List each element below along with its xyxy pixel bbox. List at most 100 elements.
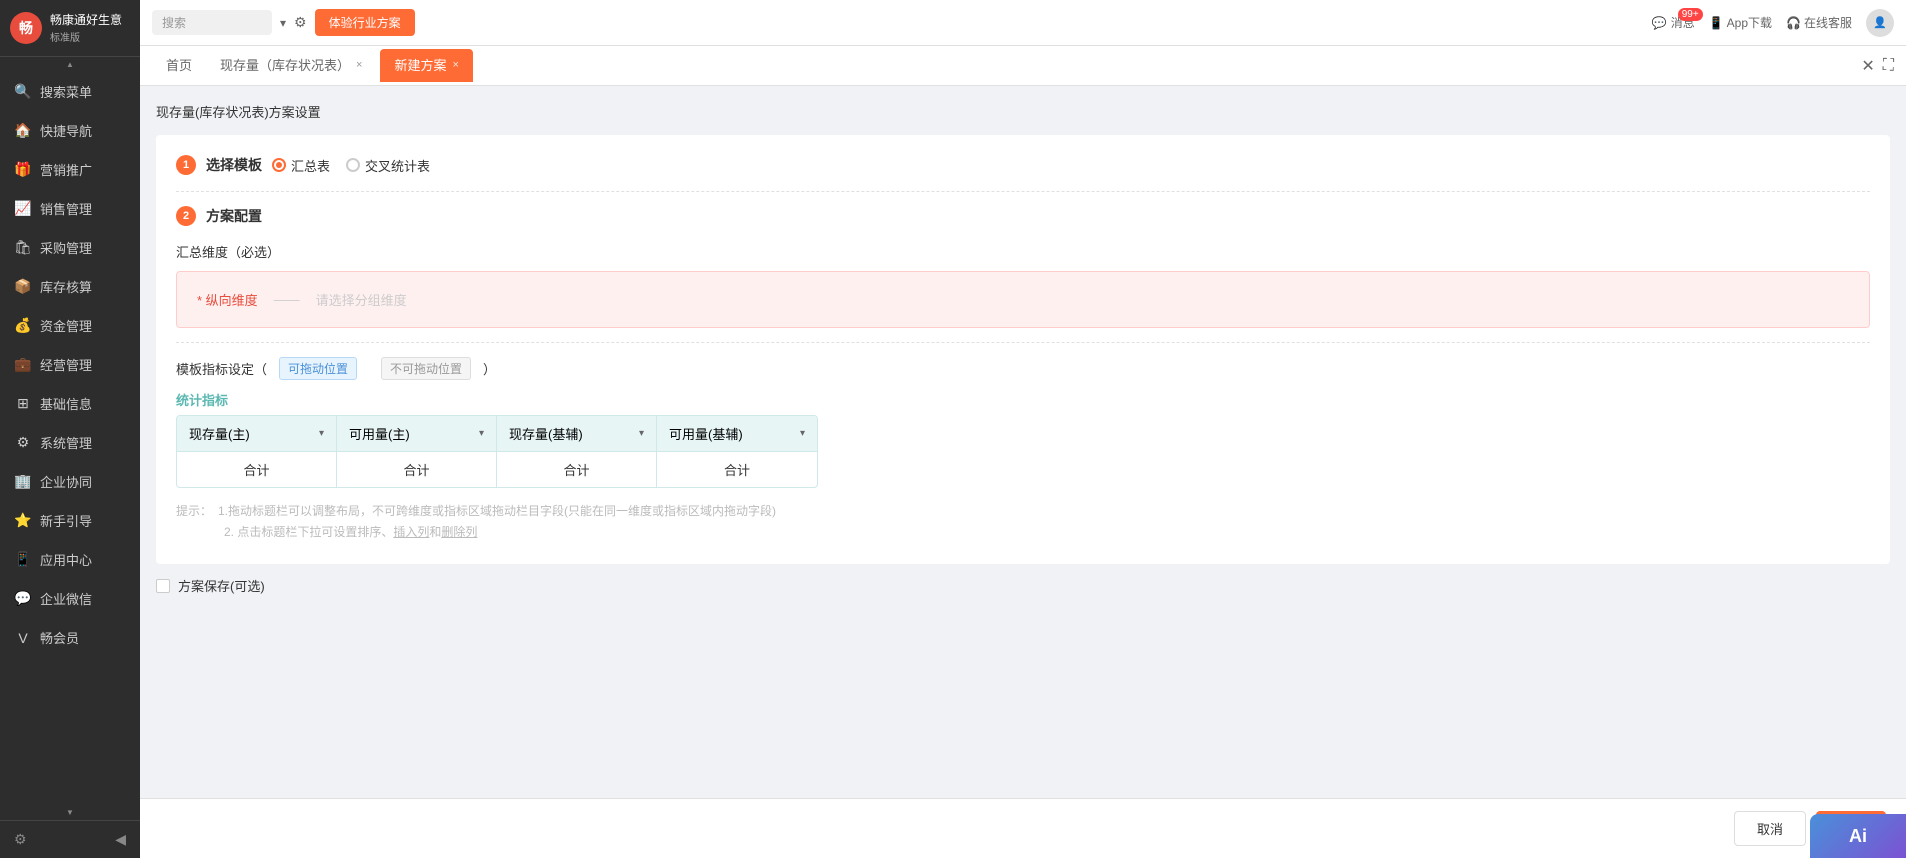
gear-icon: ⚙ [14, 434, 32, 451]
sidebar-item-label: 库存核算 [40, 277, 92, 296]
sidebar-item-quicknav[interactable]: 🏠 快捷导航 [0, 111, 140, 150]
sidebar-item-label: 销售管理 [40, 199, 92, 218]
stats-col-0-label: 现存量(主) [189, 424, 250, 443]
stats-sum-1: 合计 [337, 452, 497, 487]
save-option-checkbox[interactable] [156, 579, 170, 593]
indicator-label-row: 模板指标设定（ 可拖动位置 不可拖动位置 ） [176, 357, 1870, 380]
dimension-pink-area: * 纵向维度 —— 请选择分组维度 [176, 271, 1870, 328]
sidebar-item-label: 企业微信 [40, 589, 92, 608]
stats-col-2[interactable]: 现存量(基辅) ▾ [497, 416, 657, 451]
delete-col-link[interactable]: 删除列 [441, 525, 477, 539]
app-name: 畅康通好生意 [50, 12, 122, 29]
sidebar-item-management[interactable]: 💼 经营管理 [0, 345, 140, 384]
template-radio-group: 汇总表 交叉统计表 [272, 156, 430, 175]
sidebar-item-system[interactable]: ⚙ 系统管理 [0, 423, 140, 462]
summary-dimension-label: 汇总维度（必选） [176, 242, 1870, 261]
stats-col-0-chevron[interactable]: ▾ [319, 428, 324, 439]
tab-new-plan[interactable]: 新建方案 × [380, 49, 472, 82]
tab-inventory-label: 现存量（库存状况表） [220, 55, 350, 74]
sidebar-item-label: 经营管理 [40, 355, 92, 374]
sidebar-scroll-down[interactable]: ▼ [0, 805, 140, 820]
stats-sum-0: 合计 [177, 452, 337, 487]
tab-home[interactable]: 首页 [152, 47, 206, 84]
sidebar-item-enterprise[interactable]: 🏢 企业协同 [0, 462, 140, 501]
customer-service-link[interactable]: 🎧 在线客服 [1786, 14, 1852, 31]
stats-col-1[interactable]: 可用量(主) ▾ [337, 416, 497, 451]
step2-title: 方案配置 [206, 206, 262, 226]
sidebar-item-marketing[interactable]: 🎁 营销推广 [0, 150, 140, 189]
bag-icon: 🛍 [14, 239, 32, 256]
indicator-not-draggable-tag: 不可拖动位置 [381, 357, 471, 380]
sidebar-item-label: 畅会员 [40, 628, 79, 647]
topbar-gear-icon[interactable]: ⚙ [294, 14, 307, 31]
sidebar-item-sales[interactable]: 📈 销售管理 [0, 189, 140, 228]
save-option-row: 方案保存(可选) [156, 576, 1890, 595]
radio-summary[interactable]: 汇总表 [272, 156, 330, 175]
logo-icon: 畅 [10, 12, 42, 44]
sidebar-scroll-up[interactable]: ▲ [0, 57, 140, 72]
tab-inventory-close[interactable]: × [356, 59, 362, 71]
user-avatar[interactable]: 👤 [1866, 9, 1894, 37]
tip-1: 提示： 1.拖动标题栏可以调整布局，不可跨维度或指标区域拖动栏目字段(只能在同一… [176, 502, 1870, 519]
briefcase-icon: 💼 [14, 356, 32, 373]
topbar-dropdown[interactable]: ▾ [280, 16, 286, 30]
stats-col-0[interactable]: 现存量(主) ▾ [177, 416, 337, 451]
radio-cross[interactable]: 交叉统计表 [346, 156, 430, 175]
cancel-button[interactable]: 取消 [1734, 811, 1806, 846]
sidebar-item-inventory[interactable]: 📦 库存核算 [0, 267, 140, 306]
app-logo: 畅 畅康通好生意 标准版 [0, 0, 140, 57]
sidebar-item-wechat[interactable]: 💬 企业微信 [0, 579, 140, 618]
message-badge: 99+ [1678, 8, 1703, 21]
settings-icon[interactable]: ⚙ [14, 831, 27, 848]
building-icon: 🏢 [14, 473, 32, 490]
sidebar-item-vip[interactable]: V 畅会员 [0, 618, 140, 657]
message-icon: 💬 [1652, 16, 1667, 30]
sidebar-item-label: 系统管理 [40, 433, 92, 452]
trial-button[interactable]: 体验行业方案 [315, 9, 415, 36]
sidebar-item-label: 营销推广 [40, 160, 92, 179]
dimension-placeholder[interactable]: 请选择分组维度 [316, 290, 407, 309]
search-icon: 🔍 [14, 83, 32, 100]
collapse-icon[interactable]: ◀ [115, 831, 126, 848]
step1-badge: 1 [176, 155, 196, 175]
stats-col-2-chevron[interactable]: ▾ [639, 428, 644, 439]
tab-new-plan-label: 新建方案 [394, 55, 446, 74]
phone-icon: 📱 [1709, 16, 1724, 30]
tab-close-panel-btn[interactable]: ✕ [1861, 56, 1874, 76]
sidebar-item-label: 基础信息 [40, 394, 92, 413]
sidebar-item-appcenter[interactable]: 📱 应用中心 [0, 540, 140, 579]
page-title: 现存量(库存状况表)方案设置 [156, 102, 1890, 121]
dimension-vertical-label: * 纵向维度 [197, 290, 258, 309]
stats-col-3-label: 可用量(基辅) [669, 424, 743, 443]
radio-summary-label: 汇总表 [291, 156, 330, 175]
step2-row: 2 方案配置 [176, 206, 1870, 226]
stats-label: 统计指标 [176, 390, 1870, 409]
tab-expand-btn[interactable]: ⛶ [1883, 57, 1894, 75]
app-download-link[interactable]: 📱 App下载 [1709, 14, 1772, 31]
stats-table: 现存量(主) ▾ 可用量(主) ▾ 现存量(基辅) ▾ 可用量(基辅) [176, 415, 818, 488]
topbar-search: 搜索 [152, 10, 272, 35]
ai-badge[interactable]: Ai [1810, 814, 1906, 858]
sidebar-item-search[interactable]: 🔍 搜索菜单 [0, 72, 140, 111]
tip-2: 2. 点击标题栏下拉可设置排序、插入列和删除列 [176, 523, 1870, 540]
insert-col-link[interactable]: 插入列 [393, 525, 429, 539]
stats-col-3[interactable]: 可用量(基辅) ▾ [657, 416, 817, 451]
stats-col-2-label: 现存量(基辅) [509, 424, 583, 443]
tab-new-plan-close[interactable]: × [452, 59, 458, 71]
sidebar-item-purchase[interactable]: 🛍 采购管理 [0, 228, 140, 267]
sidebar-item-label: 快捷导航 [40, 121, 92, 140]
star-icon: ⭐ [14, 512, 32, 529]
sidebar-item-basic[interactable]: ⊞ 基础信息 [0, 384, 140, 423]
step1-title: 选择模板 [206, 155, 262, 175]
sidebar-item-newuser[interactable]: ⭐ 新手引导 [0, 501, 140, 540]
sidebar-item-finance[interactable]: 💰 资金管理 [0, 306, 140, 345]
stats-col-3-chevron[interactable]: ▾ [800, 428, 805, 439]
stats-col-1-chevron[interactable]: ▾ [479, 428, 484, 439]
message-button[interactable]: 💬 消息 99+ [1652, 14, 1695, 31]
dimension-dash: —— [274, 292, 300, 307]
sidebar: 畅 畅康通好生意 标准版 ▲ 🔍 搜索菜单 🏠 快捷导航 🎁 营销推广 📈 销售… [0, 0, 140, 858]
radio-cross-dot [346, 158, 360, 172]
tips-area: 提示： 1.拖动标题栏可以调整布局，不可跨维度或指标区域拖动栏目字段(只能在同一… [176, 502, 1870, 540]
tab-inventory-status[interactable]: 现存量（库存状况表） × [206, 47, 376, 84]
step1-divider [176, 191, 1870, 192]
